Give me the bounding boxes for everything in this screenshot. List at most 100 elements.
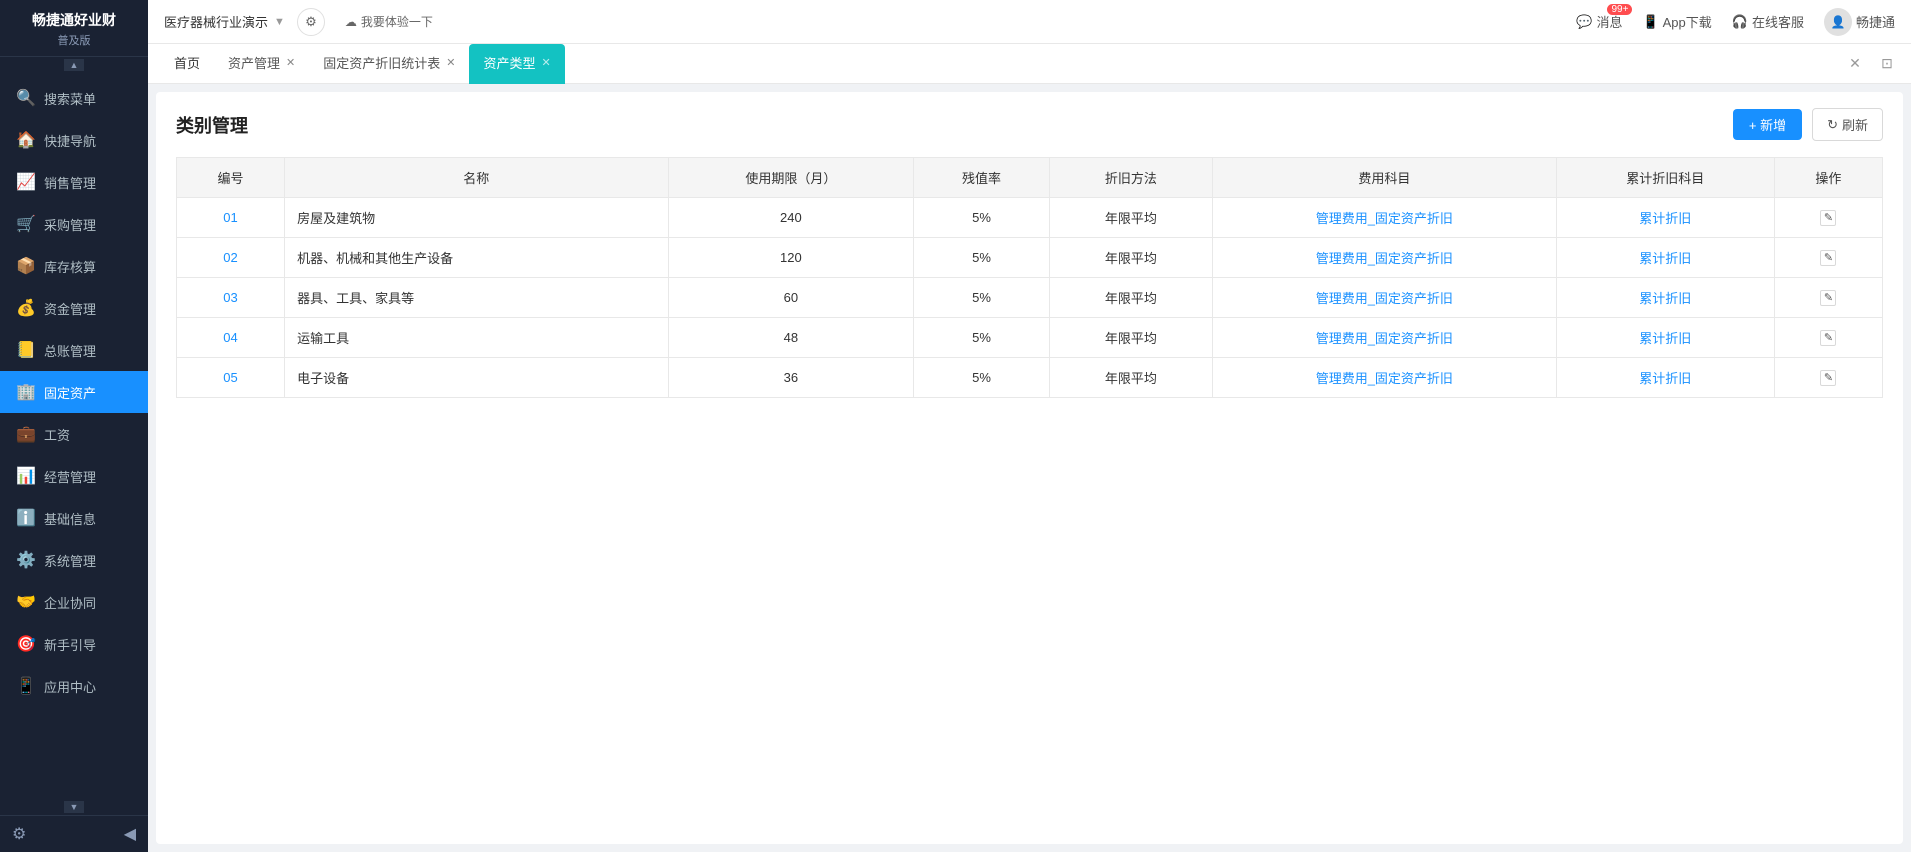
cell-accum[interactable]: 累计折旧 <box>1556 278 1774 318</box>
cell-name: 机器、机械和其他生产设备 <box>285 238 668 278</box>
cell-action[interactable]: ✎ <box>1774 198 1882 238</box>
tab-home-label: 首页 <box>174 53 200 72</box>
tab-close-icon[interactable]: ✕ <box>542 56 551 69</box>
scroll-up-btn[interactable]: ▲ <box>64 59 84 71</box>
app-download-action[interactable]: 📱 App下载 <box>1642 12 1711 31</box>
maximize-window-btn[interactable]: ⊡ <box>1875 52 1899 76</box>
collapse-icon[interactable]: ◀ <box>124 824 136 844</box>
sidebar-item-fixed-assets[interactable]: 🏢 固定资产 <box>0 371 148 413</box>
cell-code[interactable]: 04 <box>177 318 285 358</box>
edit-icon[interactable]: ✎ <box>1820 330 1836 346</box>
settings-button[interactable]: ⚙ <box>297 8 325 36</box>
cell-expense[interactable]: 管理费用_固定资产折旧 <box>1213 198 1557 238</box>
col-action: 操作 <box>1774 158 1882 198</box>
col-residual: 残值率 <box>914 158 1050 198</box>
cell-action[interactable]: ✎ <box>1774 358 1882 398</box>
cell-period: 120 <box>668 238 914 278</box>
sidebar-item-purchase[interactable]: 🛒 采购管理 <box>0 203 148 245</box>
sidebar-item-app-center[interactable]: 📱 应用中心 <box>0 665 148 707</box>
purchase-icon: 🛒 <box>16 214 36 234</box>
cell-residual: 5% <box>914 198 1050 238</box>
cell-period: 240 <box>668 198 914 238</box>
app-center-icon: 📱 <box>16 676 36 696</box>
tab-close-icon[interactable]: ✕ <box>286 56 295 69</box>
sidebar-item-sales[interactable]: 📈 销售管理 <box>0 161 148 203</box>
cell-accum[interactable]: 累计折旧 <box>1556 238 1774 278</box>
sidebar-item-capital[interactable]: 💰 资金管理 <box>0 287 148 329</box>
sidebar-item-label: 系统管理 <box>44 551 96 570</box>
cell-action[interactable]: ✎ <box>1774 318 1882 358</box>
cell-code[interactable]: 03 <box>177 278 285 318</box>
cell-residual: 5% <box>914 238 1050 278</box>
cell-method: 年限平均 <box>1049 238 1212 278</box>
tab-close-icon[interactable]: ✕ <box>446 56 455 69</box>
sidebar-footer: ⚙ ◀ <box>0 815 148 852</box>
edit-icon[interactable]: ✎ <box>1820 370 1836 386</box>
cell-expense[interactable]: 管理费用_固定资产折旧 <box>1213 318 1557 358</box>
sidebar-item-label: 新手引导 <box>44 635 96 654</box>
cell-code[interactable]: 05 <box>177 358 285 398</box>
table-row: 02 机器、机械和其他生产设备 120 5% 年限平均 管理费用_固定资产折旧 … <box>177 238 1883 278</box>
cell-residual: 5% <box>914 278 1050 318</box>
col-code: 编号 <box>177 158 285 198</box>
ledger-icon: 📒 <box>16 340 36 360</box>
fixed-assets-icon: 🏢 <box>16 382 36 402</box>
experience-button[interactable]: ☁ 我要体验一下 <box>337 9 441 34</box>
tab-depreciation[interactable]: 固定资产折旧统计表 ✕ <box>309 44 469 84</box>
sidebar-item-salary[interactable]: 💼 工资 <box>0 413 148 455</box>
salary-icon: 💼 <box>16 424 36 444</box>
sidebar-item-ledger[interactable]: 📒 总账管理 <box>0 329 148 371</box>
cell-name: 电子设备 <box>285 358 668 398</box>
sidebar-item-basic-info[interactable]: ℹ️ 基础信息 <box>0 497 148 539</box>
sidebar-item-beginner[interactable]: 🎯 新手引导 <box>0 623 148 665</box>
cell-code[interactable]: 02 <box>177 238 285 278</box>
sidebar-item-search[interactable]: 🔍 搜索菜单 <box>0 77 148 119</box>
chevron-down-icon: ▼ <box>274 16 285 28</box>
sidebar-item-inventory[interactable]: 📦 库存核算 <box>0 245 148 287</box>
edit-icon[interactable]: ✎ <box>1820 210 1836 226</box>
header-right: 💬 消息 99+ 📱 App下载 🎧 在线客服 👤 畅捷通 <box>1576 8 1895 36</box>
table-row: 03 器具、工具、家具等 60 5% 年限平均 管理费用_固定资产折旧 累计折旧… <box>177 278 1883 318</box>
sidebar-item-quick-nav[interactable]: 🏠 快捷导航 <box>0 119 148 161</box>
new-button[interactable]: + 新增 <box>1733 109 1802 140</box>
cell-method: 年限平均 <box>1049 198 1212 238</box>
cell-accum[interactable]: 累计折旧 <box>1556 198 1774 238</box>
user-action[interactable]: 👤 畅捷通 <box>1824 8 1895 36</box>
sidebar-item-label: 资金管理 <box>44 299 96 318</box>
edit-icon[interactable]: ✎ <box>1820 250 1836 266</box>
sidebar: 畅捷通好业财 普及版 ▲ 🔍 搜索菜单 🏠 快捷导航 📈 销售管理 🛒 采购管理… <box>0 0 148 852</box>
company-name: 医疗器械行业演示 <box>164 12 268 31</box>
message-badge: 99+ <box>1607 4 1632 15</box>
tab-home[interactable]: 首页 <box>160 44 214 84</box>
sidebar-item-system[interactable]: ⚙️ 系统管理 <box>0 539 148 581</box>
service-icon: 🎧 <box>1732 14 1748 30</box>
close-window-btn[interactable]: ✕ <box>1843 52 1867 76</box>
settings-icon[interactable]: ⚙ <box>12 824 26 844</box>
company-selector[interactable]: 医疗器械行业演示 ▼ <box>164 12 285 31</box>
table-row: 05 电子设备 36 5% 年限平均 管理费用_固定资产折旧 累计折旧 ✎ <box>177 358 1883 398</box>
refresh-button[interactable]: ↻ 刷新 <box>1812 108 1883 141</box>
edit-icon[interactable]: ✎ <box>1820 290 1836 306</box>
tab-asset-type[interactable]: 资产类型 ✕ <box>469 44 564 84</box>
scroll-down-btn[interactable]: ▼ <box>64 801 84 813</box>
sidebar-nav: 🔍 搜索菜单 🏠 快捷导航 📈 销售管理 🛒 采购管理 📦 库存核算 💰 资金管… <box>0 73 148 799</box>
cell-code[interactable]: 01 <box>177 198 285 238</box>
cell-action[interactable]: ✎ <box>1774 238 1882 278</box>
cell-accum[interactable]: 累计折旧 <box>1556 358 1774 398</box>
sidebar-item-enterprise[interactable]: 🤝 企业协同 <box>0 581 148 623</box>
cell-expense[interactable]: 管理费用_固定资产折旧 <box>1213 358 1557 398</box>
tab-asset-mgmt[interactable]: 资产管理 ✕ <box>214 44 309 84</box>
beginner-icon: 🎯 <box>16 634 36 654</box>
cell-action[interactable]: ✎ <box>1774 278 1882 318</box>
sidebar-item-label: 工资 <box>44 425 70 444</box>
cell-accum[interactable]: 累计折旧 <box>1556 318 1774 358</box>
message-action[interactable]: 💬 消息 99+ <box>1576 12 1622 31</box>
cell-expense[interactable]: 管理费用_固定资产折旧 <box>1213 238 1557 278</box>
tab-depreciation-label: 固定资产折旧统计表 <box>323 53 440 72</box>
cell-expense[interactable]: 管理费用_固定资产折旧 <box>1213 278 1557 318</box>
cell-period: 60 <box>668 278 914 318</box>
table-row: 04 运输工具 48 5% 年限平均 管理费用_固定资产折旧 累计折旧 ✎ <box>177 318 1883 358</box>
online-service-action[interactable]: 🎧 在线客服 <box>1732 12 1804 31</box>
sidebar-item-label: 固定资产 <box>44 383 96 402</box>
sidebar-item-operations[interactable]: 📊 经营管理 <box>0 455 148 497</box>
